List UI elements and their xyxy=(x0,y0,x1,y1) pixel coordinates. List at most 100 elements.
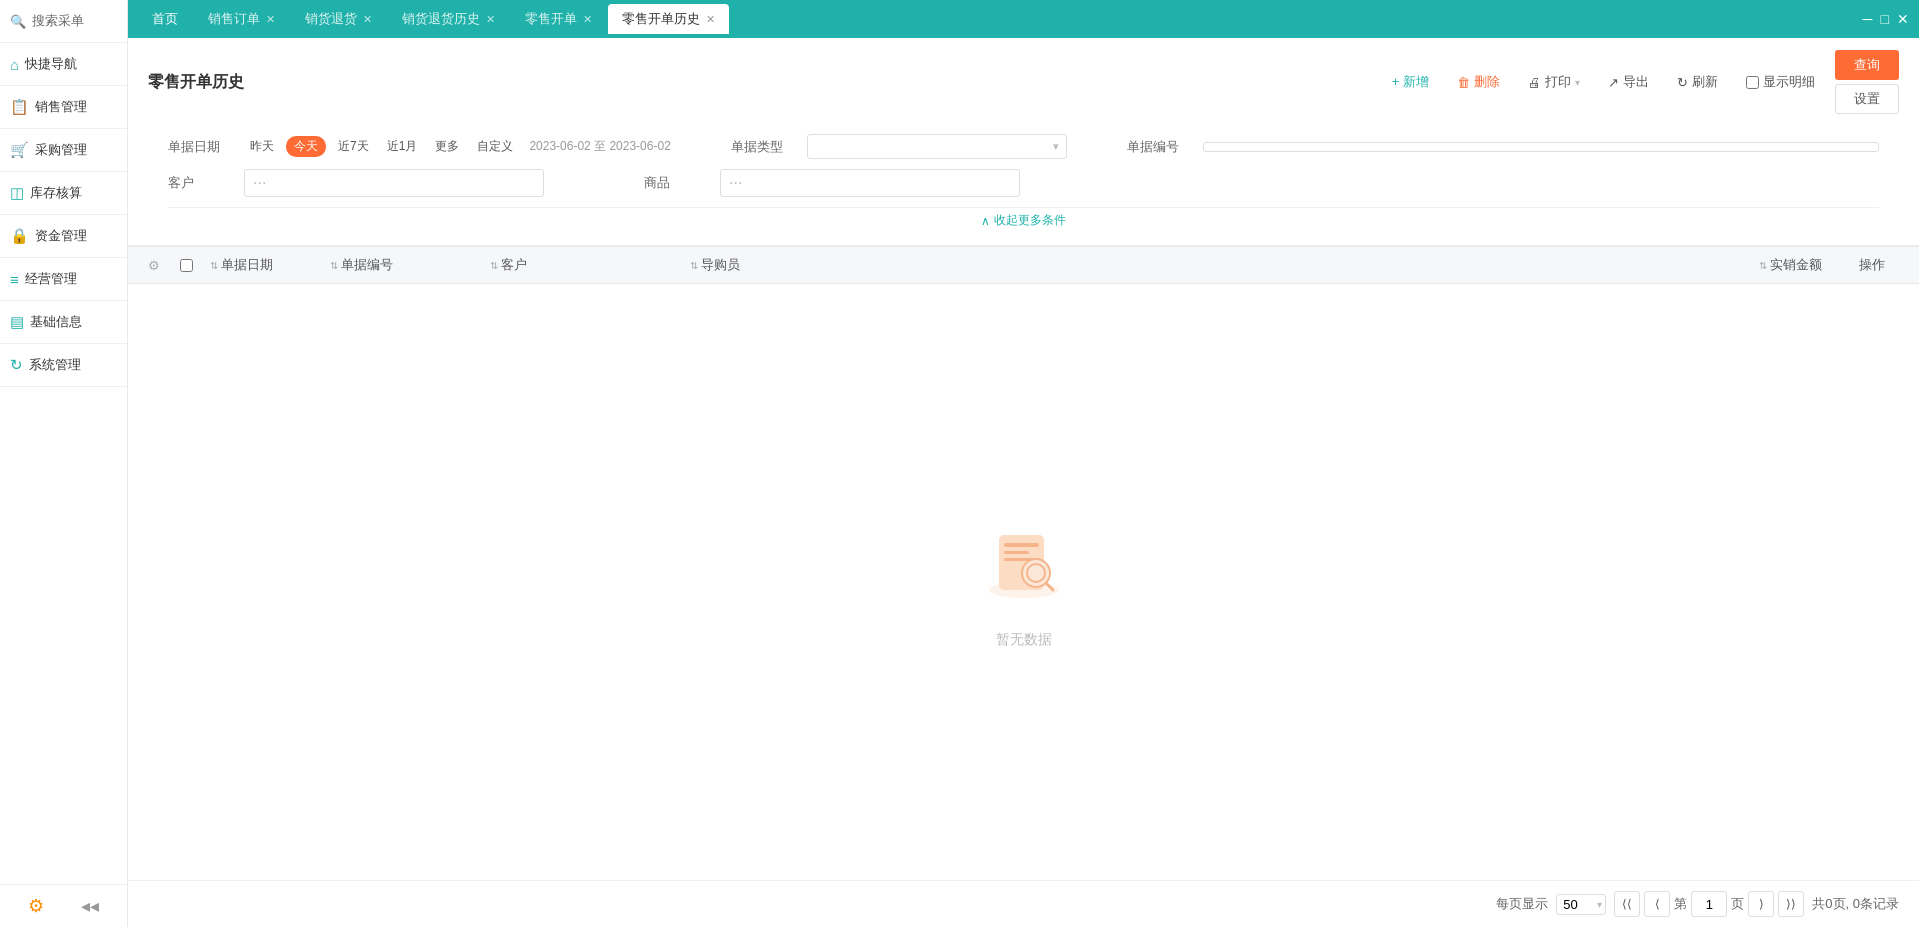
sidebar-item-operations[interactable]: ≡ 经营管理 xyxy=(0,258,127,301)
th-date-label: 单据日期 xyxy=(221,256,273,274)
delete-button[interactable]: 🗑 删除 xyxy=(1449,69,1508,95)
date-opt-yesterday[interactable]: 昨天 xyxy=(244,136,280,157)
tab-retail-open-close[interactable]: ✕ xyxy=(583,13,592,26)
sort-number-icon[interactable]: ⇅ xyxy=(330,260,338,271)
sort-guide-icon[interactable]: ⇅ xyxy=(690,260,698,271)
th-customer-label: 客户 xyxy=(501,256,527,274)
th-customer: ⇅ 客户 xyxy=(480,248,680,282)
tab-sales-return-close[interactable]: ✕ xyxy=(363,13,372,26)
content-area: 零售开单历史 + 新增 🗑 删除 🖨 打印 ▾ ↗ 导出 xyxy=(128,38,1919,927)
page-size-select[interactable]: 10 20 50 100 xyxy=(1556,894,1606,915)
date-opt-today[interactable]: 今天 xyxy=(286,136,326,157)
settings-icon[interactable]: ⚙ xyxy=(28,895,44,917)
sidebar-item-system-mgmt[interactable]: ↻ 系统管理 xyxy=(0,344,127,387)
tab-sales-order[interactable]: 销售订单 ✕ xyxy=(194,4,289,34)
gear-icon[interactable]: ⚙ xyxy=(148,258,160,273)
sort-date-icon[interactable]: ⇅ xyxy=(210,260,218,271)
svg-rect-2 xyxy=(1004,543,1039,547)
th-number: ⇅ 单据编号 xyxy=(320,248,480,282)
goods-filter-input[interactable]: ··· xyxy=(720,169,1020,197)
number-filter-input[interactable] xyxy=(1203,142,1879,152)
th-guide: ⇅ 导购员 xyxy=(680,248,800,282)
home-icon: ⌂ xyxy=(10,56,19,73)
page-first-button[interactable]: ⟨⟨ xyxy=(1614,891,1640,917)
page-header: 零售开单历史 + 新增 🗑 删除 🖨 打印 ▾ ↗ 导出 xyxy=(128,38,1919,246)
sidebar-item-label: 快捷导航 xyxy=(25,55,77,73)
tab-maximize-icon[interactable]: □ xyxy=(1881,11,1889,27)
collapse-row: ∧ 收起更多条件 xyxy=(168,207,1879,235)
date-opt-more[interactable]: 更多 xyxy=(429,136,465,157)
display-detail-button[interactable]: 显示明细 xyxy=(1738,69,1823,95)
tabs-bar: 首页 销售订单 ✕ 销货退货 ✕ 销货退货历史 ✕ 零售开单 ✕ 零售开单历史 … xyxy=(128,0,1919,38)
tab-sales-return-history[interactable]: 销货退货历史 ✕ xyxy=(388,4,509,34)
filter-row-customer: 客户 ··· 商品 ··· xyxy=(168,169,1879,197)
sidebar-item-label: 经营管理 xyxy=(25,270,77,288)
tab-sales-order-label: 销售订单 xyxy=(208,10,260,28)
empty-state: 暂无数据 xyxy=(128,284,1919,880)
sidebar-item-label: 库存核算 xyxy=(30,184,82,202)
setting-button[interactable]: 设置 xyxy=(1835,84,1899,114)
sidebar-item-label: 采购管理 xyxy=(35,141,87,159)
number-filter-label: 单据编号 xyxy=(1127,138,1183,156)
display-detail-checkbox[interactable] xyxy=(1746,76,1759,89)
select-all-checkbox[interactable] xyxy=(180,259,193,272)
tab-home[interactable]: 首页 xyxy=(138,4,192,34)
tab-retail-history[interactable]: 零售开单历史 ✕ xyxy=(608,4,729,34)
sales-icon: 📋 xyxy=(10,98,29,116)
goods-dots: ··· xyxy=(729,174,742,192)
page-total-label: 共0页, 0条记录 xyxy=(1812,895,1899,913)
date-opt-custom[interactable]: 自定义 xyxy=(471,136,519,157)
filter-row-date: 单据日期 昨天 今天 近7天 近1月 更多 自定义 2023-06-02 至 2… xyxy=(168,134,1879,159)
sort-amount-icon[interactable]: ⇅ xyxy=(1759,260,1767,271)
tab-retail-open-label: 零售开单 xyxy=(525,10,577,28)
sidebar-item-sales-mgmt[interactable]: 📋 销售管理 xyxy=(0,86,127,129)
sidebar: 🔍 搜索采单 ⌂ 快捷导航 📋 销售管理 🛒 采购管理 ◫ 库存核算 🔒 资金管… xyxy=(0,0,128,927)
th-amount: ⇅ 实销金额 xyxy=(1749,248,1849,282)
tab-sales-return[interactable]: 销货退货 ✕ xyxy=(291,4,386,34)
print-button[interactable]: 🖨 打印 ▾ xyxy=(1520,69,1588,95)
query-button[interactable]: 查询 xyxy=(1835,50,1899,80)
page-prev-button[interactable]: ⟨ xyxy=(1644,891,1670,917)
sidebar-item-inventory[interactable]: ◫ 库存核算 xyxy=(0,172,127,215)
goods-filter-label: 商品 xyxy=(644,174,700,192)
tab-minimize-icon[interactable]: ─ xyxy=(1863,11,1873,27)
collapse-label: 收起更多条件 xyxy=(994,212,1066,229)
date-filter-label: 单据日期 xyxy=(168,138,224,156)
pagination: 每页显示 10 20 50 100 ▾ ⟨⟨ ⟨ 第 页 ⟩ xyxy=(128,880,1919,927)
tab-retail-history-label: 零售开单历史 xyxy=(622,10,700,28)
th-checkbox[interactable] xyxy=(170,251,200,280)
th-gear[interactable]: ⚙ xyxy=(138,250,170,281)
sidebar-item-basic-info[interactable]: ▤ 基础信息 xyxy=(0,301,127,344)
add-button[interactable]: + 新增 xyxy=(1384,69,1437,95)
customer-filter-input[interactable]: ··· xyxy=(244,169,544,197)
tab-sales-order-close[interactable]: ✕ xyxy=(266,13,275,26)
sidebar-search[interactable]: 🔍 搜索采单 xyxy=(0,0,127,43)
collapse-icon[interactable]: ◂◂ xyxy=(81,895,99,917)
date-opt-1month[interactable]: 近1月 xyxy=(381,136,424,157)
operations-icon: ≡ xyxy=(10,271,19,288)
sidebar-item-quick-nav[interactable]: ⌂ 快捷导航 xyxy=(0,43,127,86)
sidebar-item-purchase-mgmt[interactable]: 🛒 采购管理 xyxy=(0,129,127,172)
sidebar-item-finance[interactable]: 🔒 资金管理 xyxy=(0,215,127,258)
page-next-button[interactable]: ⟩ xyxy=(1748,891,1774,917)
tab-retail-open[interactable]: 零售开单 ✕ xyxy=(511,4,606,34)
tab-sales-return-history-close[interactable]: ✕ xyxy=(486,13,495,26)
page-number-input[interactable] xyxy=(1691,891,1727,917)
date-options: 昨天 今天 近7天 近1月 更多 自定义 2023-06-02 至 2023-0… xyxy=(244,136,671,157)
table-area: ⚙ ⇅ 单据日期 ⇅ 单据编号 ⇅ 客户 ⇅ xyxy=(128,246,1919,927)
sort-customer-icon[interactable]: ⇅ xyxy=(490,260,498,271)
export-button[interactable]: ↗ 导出 xyxy=(1600,69,1657,95)
sidebar-search-label: 搜索采单 xyxy=(32,12,84,30)
system-icon: ↻ xyxy=(10,356,23,374)
tab-sales-return-history-label: 销货退货历史 xyxy=(402,10,480,28)
refresh-button[interactable]: ↻ 刷新 xyxy=(1669,69,1726,95)
collapse-button[interactable]: ∧ 收起更多条件 xyxy=(981,212,1066,229)
tab-retail-history-close[interactable]: ✕ xyxy=(706,13,715,26)
sidebar-item-label: 基础信息 xyxy=(30,313,82,331)
page-last-button[interactable]: ⟩⟩ xyxy=(1778,891,1804,917)
date-opt-7days[interactable]: 近7天 xyxy=(332,136,375,157)
type-filter-select[interactable] xyxy=(807,134,1067,159)
th-action: 操作 xyxy=(1849,248,1909,282)
tab-close-all-icon[interactable]: ✕ xyxy=(1897,11,1909,27)
tabs-right-actions: ─ □ ✕ xyxy=(1863,11,1909,27)
